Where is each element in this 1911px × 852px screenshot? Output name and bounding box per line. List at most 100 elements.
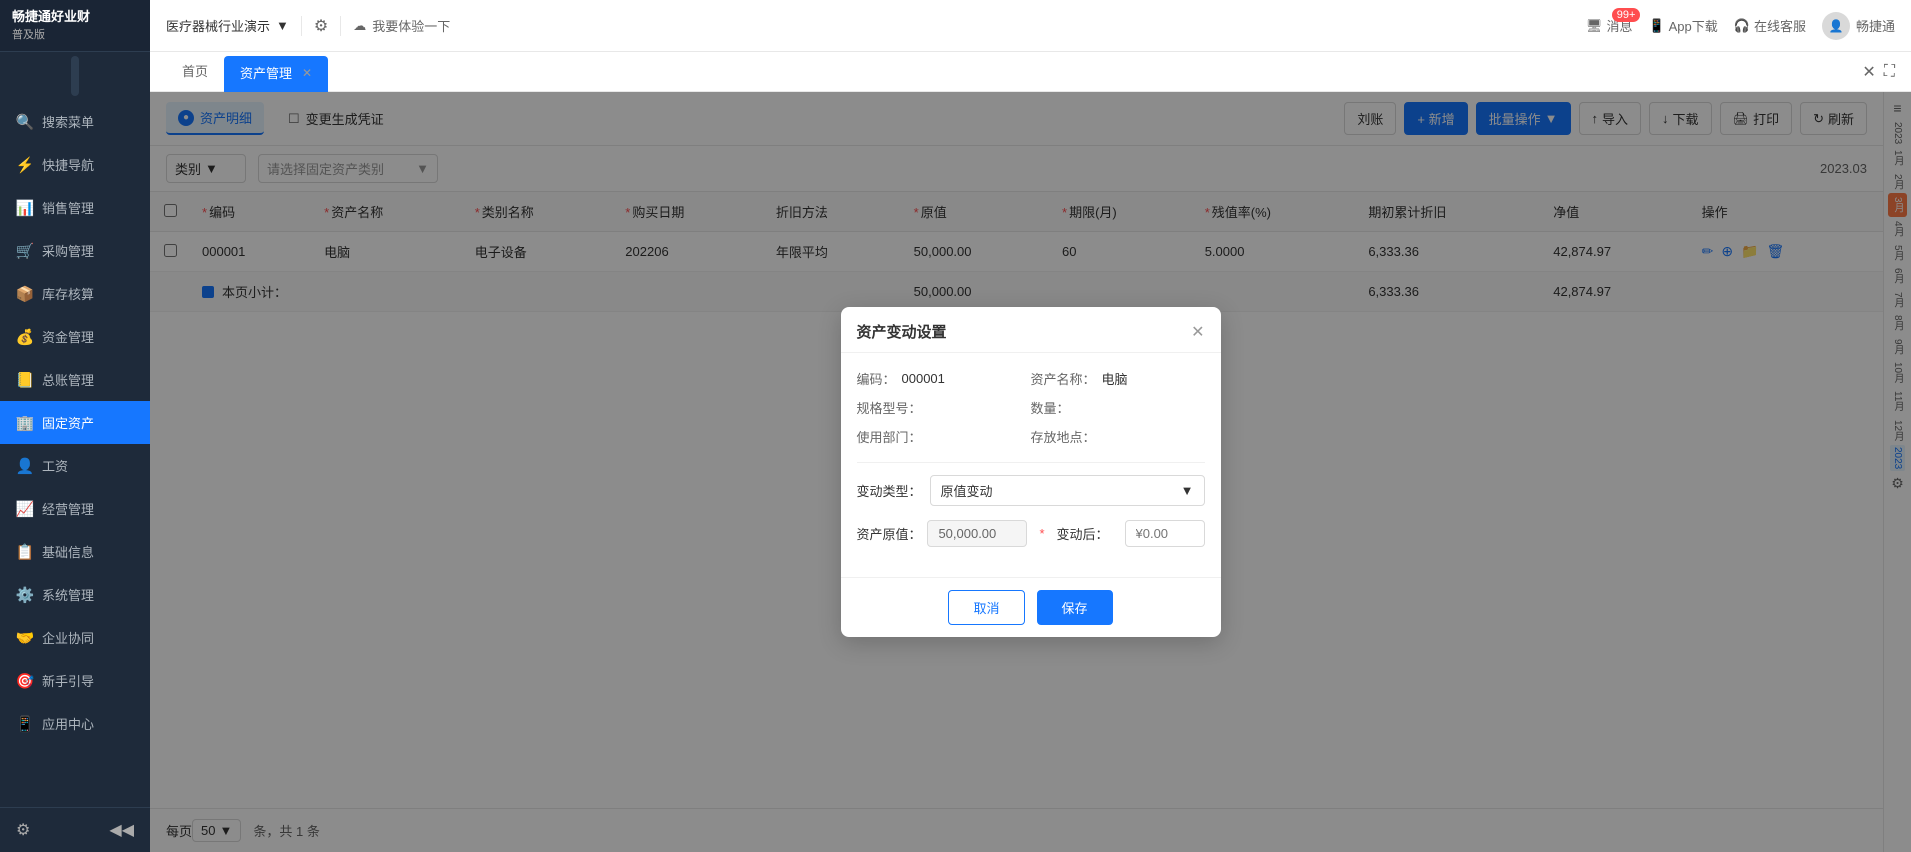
dialog-overlay: 资产变动设置 ✕ 编码： 000001 资产名称： 电脑 bbox=[150, 92, 1911, 852]
info-quantity: 数量： bbox=[1031, 398, 1205, 417]
dialog-divider bbox=[857, 462, 1205, 463]
guide-icon: 🎯 bbox=[16, 672, 34, 690]
operations-icon: 📈 bbox=[16, 500, 34, 518]
info-asset-name: 资产名称： 电脑 bbox=[1031, 369, 1205, 388]
info-code: 编码： 000001 bbox=[857, 369, 1031, 388]
tabs-bar: 首页 资产管理 ✕ ✕ ⛶ bbox=[150, 52, 1911, 92]
asset-change-dialog: 资产变动设置 ✕ 编码： 000001 资产名称： 电脑 bbox=[841, 307, 1221, 637]
info-department: 使用部门： bbox=[857, 427, 1031, 446]
sidebar-item-label: 企业协同 bbox=[42, 628, 94, 647]
notification-btn[interactable]: 🖥 消息 99+ bbox=[1586, 16, 1633, 35]
phone-icon: 📱 bbox=[1648, 18, 1664, 34]
info-spec: 规格型号： bbox=[857, 398, 1031, 417]
sidebar-item-label: 基础信息 bbox=[42, 542, 94, 561]
department-label: 使用部门： bbox=[857, 427, 922, 446]
cloud-icon: ☁ bbox=[353, 18, 366, 34]
service-label: 在线客服 bbox=[1754, 16, 1806, 35]
sidebar-scrollbar[interactable] bbox=[71, 56, 79, 96]
tab-asset-mgmt-label: 资产管理 bbox=[240, 63, 292, 82]
main-content: 医疗器械行业演示 ▼ ⚙ ☁ 我要体验一下 🖥 消息 99+ 📱 App下载 bbox=[150, 0, 1911, 852]
sidebar-item-inventory[interactable]: 📦 库存核算 bbox=[0, 272, 150, 315]
sidebar-item-purchase[interactable]: 🛒 采购管理 bbox=[0, 229, 150, 272]
app-download-label: App下载 bbox=[1669, 16, 1718, 35]
original-value-display: 50,000.00 bbox=[927, 520, 1027, 547]
company-name: 医疗器械行业演示 bbox=[166, 16, 270, 35]
info-location: 存放地点： bbox=[1031, 427, 1205, 446]
experience-label: 我要体验一下 bbox=[372, 16, 450, 35]
dialog-header: 资产变动设置 ✕ bbox=[841, 307, 1221, 353]
tab-asset-mgmt[interactable]: 资产管理 ✕ bbox=[224, 56, 328, 92]
sidebar-item-label: 资金管理 bbox=[42, 327, 94, 346]
sales-icon: 📊 bbox=[16, 199, 34, 217]
sidebar-item-finance[interactable]: 💰 资金管理 bbox=[0, 315, 150, 358]
company-selector[interactable]: 医疗器械行业演示 ▼ bbox=[166, 16, 289, 35]
avatar: 👤 bbox=[1822, 12, 1850, 40]
sidebar-item-guide[interactable]: 🎯 新手引导 bbox=[0, 659, 150, 702]
sidebar-footer: ⚙ ◀◀ bbox=[0, 807, 150, 852]
change-type-select[interactable]: 原值变动 ▼ bbox=[930, 475, 1205, 506]
sidebar-item-label: 系统管理 bbox=[42, 585, 94, 604]
sidebar-item-label: 销售管理 bbox=[42, 198, 94, 217]
service-btn[interactable]: 🎧 在线客服 bbox=[1734, 16, 1806, 35]
settings-icon[interactable]: ⚙ bbox=[16, 820, 30, 840]
after-change-input[interactable] bbox=[1125, 520, 1205, 547]
sidebar-item-label: 工资 bbox=[42, 456, 68, 475]
cancel-button[interactable]: 取消 bbox=[948, 590, 1024, 625]
payroll-icon: 👤 bbox=[16, 457, 34, 475]
gear-icon[interactable]: ⚙ bbox=[314, 16, 328, 36]
sidebar-item-label: 总账管理 bbox=[42, 370, 94, 389]
sidebar-item-sales[interactable]: 📊 销售管理 bbox=[0, 186, 150, 229]
spec-label: 规格型号： bbox=[857, 398, 922, 417]
save-button[interactable]: 保存 bbox=[1037, 590, 1113, 625]
sidebar-item-basic-info[interactable]: 📋 基础信息 bbox=[0, 530, 150, 573]
sidebar-item-operations[interactable]: 📈 经营管理 bbox=[0, 487, 150, 530]
sidebar-item-label: 经营管理 bbox=[42, 499, 94, 518]
window-maximize-icon[interactable]: ⛶ bbox=[1884, 63, 1895, 81]
user-menu[interactable]: 👤 畅捷通 bbox=[1822, 12, 1895, 40]
tab-close-icon[interactable]: ✕ bbox=[302, 66, 312, 80]
sidebar-logo: 畅捷通好业财 普及版 bbox=[0, 0, 150, 52]
change-type-label: 变动类型： bbox=[857, 481, 922, 500]
sidebar-item-fixed-assets[interactable]: 🏢 固定资产 bbox=[0, 401, 150, 444]
quick-nav-icon: ⚡ bbox=[16, 156, 34, 174]
notification-icon: 🖥 bbox=[1586, 18, 1603, 34]
change-type-value: 原值变动 bbox=[941, 481, 993, 500]
sidebar-item-search[interactable]: 🔍 搜索菜单 bbox=[0, 100, 150, 143]
finance-icon: 💰 bbox=[16, 328, 34, 346]
user-name: 畅捷通 bbox=[1856, 16, 1895, 35]
app-center-icon: 📱 bbox=[16, 715, 34, 733]
app-download-btn[interactable]: 📱 App下载 bbox=[1648, 16, 1717, 35]
dialog-title: 资产变动设置 bbox=[857, 321, 947, 342]
experience-btn[interactable]: ☁ 我要体验一下 bbox=[353, 16, 450, 35]
window-minimize-icon[interactable]: ✕ bbox=[1862, 62, 1875, 82]
sidebar-item-app-center[interactable]: 📱 应用中心 bbox=[0, 702, 150, 745]
sidebar-item-label: 快捷导航 bbox=[42, 155, 94, 174]
sidebar-item-enterprise[interactable]: 🤝 企业协同 bbox=[0, 616, 150, 659]
logo-sub: 普及版 bbox=[12, 26, 90, 42]
divider2 bbox=[340, 16, 341, 36]
service-icon: 🎧 bbox=[1734, 18, 1750, 34]
fixed-assets-icon: 🏢 bbox=[16, 414, 34, 432]
notification-badge: 99+ bbox=[1612, 8, 1641, 22]
basic-info-icon: 📋 bbox=[16, 543, 34, 561]
purchase-icon: 🛒 bbox=[16, 242, 34, 260]
asset-name-value: 电脑 bbox=[1102, 369, 1128, 388]
dialog-close-icon[interactable]: ✕ bbox=[1191, 322, 1204, 342]
sidebar-menu: 🔍 搜索菜单 ⚡ 快捷导航 📊 销售管理 🛒 采购管理 📦 库存核算 💰 bbox=[0, 100, 150, 807]
sidebar-item-payroll[interactable]: 👤 工资 bbox=[0, 444, 150, 487]
location-label: 存放地点： bbox=[1031, 427, 1096, 446]
sidebar-item-label: 采购管理 bbox=[42, 241, 94, 260]
change-type-row: 变动类型： 原值变动 ▼ bbox=[857, 475, 1205, 506]
required-star: * bbox=[1039, 526, 1044, 541]
sidebar-item-quick-nav[interactable]: ⚡ 快捷导航 bbox=[0, 143, 150, 186]
tab-home[interactable]: 首页 bbox=[166, 52, 224, 92]
original-value-label: 资产原值： bbox=[857, 524, 920, 543]
sidebar-item-system[interactable]: ⚙️ 系统管理 bbox=[0, 573, 150, 616]
collapse-icon[interactable]: ◀◀ bbox=[109, 820, 134, 840]
sidebar: 畅捷通好业财 普及版 🔍 搜索菜单 ⚡ 快捷导航 📊 销售管理 🛒 采购管 bbox=[0, 0, 150, 852]
logo-text: 畅捷通好业财 bbox=[12, 9, 90, 26]
ledger-icon: 📒 bbox=[16, 371, 34, 389]
inventory-icon: 📦 bbox=[16, 285, 34, 303]
sidebar-item-ledger[interactable]: 📒 总账管理 bbox=[0, 358, 150, 401]
sidebar-item-label: 固定资产 bbox=[42, 413, 94, 432]
